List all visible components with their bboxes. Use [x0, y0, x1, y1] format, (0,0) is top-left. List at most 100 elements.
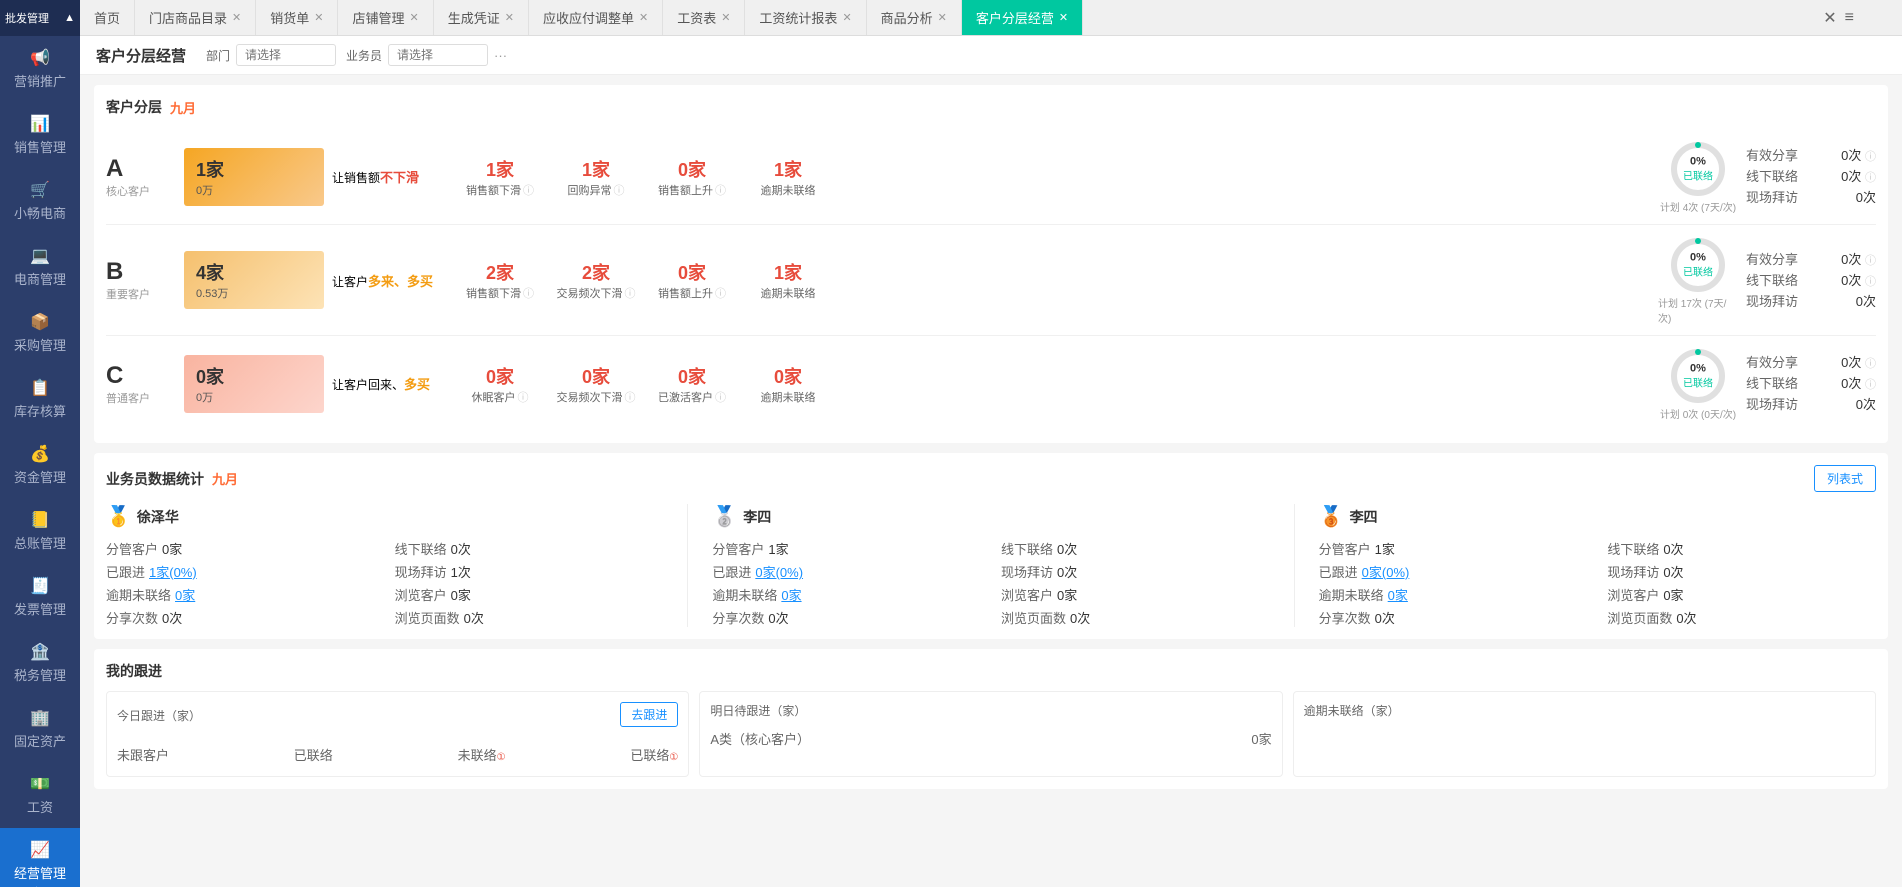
biz-section: 业务员数据统计 九月 列表式 🥇 徐泽华 分管客户 0家: [94, 453, 1888, 639]
staff-3-stats: 分管客户 1家 线下联络 0次 已跟进 0家(0%) 现场拜访: [1319, 539, 1876, 627]
goto-follow-btn[interactable]: 去跟进: [620, 702, 678, 727]
tab-product-analysis[interactable]: 商品分析 ✕: [867, 0, 962, 35]
staff-3-managed: 分管客户 1家: [1319, 539, 1588, 558]
page-title: 客户分层经营: [96, 45, 186, 66]
staff-2-browse-customer: 浏览客户 0家: [1001, 585, 1270, 604]
tier-c-label: C 普通客户: [106, 362, 176, 406]
tab-gen-voucher[interactable]: 生成凭证 ✕: [434, 0, 529, 35]
stat-c-overdue[interactable]: 0家 逾期未联络: [748, 363, 828, 405]
tier-row-c: C 普通客户 0家 0万 让客户回来、多买 0家 休眠客户 ⓘ: [106, 336, 1876, 431]
sales-icon: 📊: [30, 114, 50, 134]
follow-today-title: 今日跟进（家）: [117, 707, 201, 724]
stat-c-activated[interactable]: 0家 已激活客户 ⓘ: [652, 363, 732, 405]
sidebar-item-label: 小畅电商: [14, 203, 66, 222]
sidebar-item-label: 营销推广: [14, 71, 66, 90]
close-all-tabs[interactable]: ✕: [1823, 8, 1836, 28]
follow-tomorrow-title: 明日待跟进（家）: [710, 704, 806, 718]
staff-2-medal: 🥈: [712, 504, 737, 529]
staff-divider-2: [1294, 504, 1295, 627]
tab-sales-order[interactable]: 销货单 ✕: [256, 0, 338, 35]
staff-2-browse-pages: 浏览页面数 0次: [1001, 608, 1270, 627]
more-options-icon[interactable]: ···: [494, 48, 507, 63]
close-tab-store-products[interactable]: ✕: [232, 11, 241, 24]
stat-c-dormant[interactable]: 0家 休眠客户 ⓘ: [460, 363, 540, 405]
follow-overdue: 逾期未联络（家）: [1293, 691, 1876, 777]
staff-1-overdue[interactable]: 逾期未联络 0家: [106, 585, 375, 604]
tab-customer-tier[interactable]: 客户分层经营 ✕: [962, 0, 1083, 35]
stat-a-sales-drop[interactable]: 1家 销售额下滑 ⓘ: [460, 156, 540, 198]
tab-payroll-report[interactable]: 工资统计报表 ✕: [745, 0, 866, 35]
stat-a-overdue[interactable]: 1家 逾期未联络: [748, 156, 828, 198]
sidebar-item-label: 经营管理: [14, 863, 66, 882]
sidebar-item-label: 库存核算: [14, 401, 66, 420]
sidebar-item-finance[interactable]: 💰 资金管理: [0, 432, 80, 498]
sidebar-item-ecom-small[interactable]: 🛒 小畅电商: [0, 168, 80, 234]
dept-filter: 部门: [206, 44, 336, 66]
follow-section: 我的跟进 今日跟进（家） 去跟进 未跟客户 已联络 未联络① 已联络① 明日待跟: [94, 649, 1888, 789]
stat-c-freq-drop[interactable]: 0家 交易频次下滑 ⓘ: [556, 363, 636, 405]
tier-a-label: A 核心客户: [106, 155, 176, 199]
sidebar-item-management[interactable]: 📈 经营管理 ▶: [0, 828, 80, 887]
tab-home[interactable]: 首页: [80, 0, 135, 35]
sidebar-item-label: 资金管理: [14, 467, 66, 486]
staff-3-overdue[interactable]: 逾期未联络 0家: [1319, 585, 1588, 604]
staff-1-followed[interactable]: 已跟进 1家(0%): [106, 562, 375, 581]
close-tab-store-mgmt[interactable]: ✕: [410, 11, 419, 24]
stat-b-freq-drop[interactable]: 2家 交易频次下滑 ⓘ: [556, 259, 636, 301]
main-area: 首页 门店商品目录 ✕ 销货单 ✕ 店铺管理 ✕ 生成凭证 ✕ 应收应付调整单 …: [80, 0, 1902, 887]
sidebar-item-fixed-asset[interactable]: 🏢 固定资产: [0, 696, 80, 762]
stat-b-sales-rise[interactable]: 0家 销售额上升 ⓘ: [652, 259, 732, 301]
staff-3-browse-customer: 浏览客户 0家: [1607, 585, 1876, 604]
staff-3-followed[interactable]: 已跟进 0家(0%): [1319, 562, 1588, 581]
close-tab-customer-tier[interactable]: ✕: [1059, 11, 1068, 24]
staff-1-visit: 现场拜访 1次: [395, 562, 664, 581]
sidebar-item-invoice[interactable]: 🧾 发票管理: [0, 564, 80, 630]
sidebar-logo-text: 批发管理: [5, 10, 49, 26]
close-tab-ar-ap[interactable]: ✕: [639, 11, 648, 24]
tier-row-a: A 核心客户 1家 0万 让销售额不下滑 1家 销售额下滑 ⓘ: [106, 129, 1876, 225]
sidebar-item-ecom[interactable]: 💻 电商管理: [0, 234, 80, 300]
stat-b-sales-drop[interactable]: 2家 销售额下滑 ⓘ: [460, 259, 540, 301]
sidebar-item-purchase[interactable]: 📦 采购管理: [0, 300, 80, 366]
tab-store-products[interactable]: 门店商品目录 ✕: [135, 0, 256, 35]
sidebar: 批发管理 ▲ 📢 营销推广 📊 销售管理 🛒 小畅电商 💻 电商管理 📦 采购管…: [0, 0, 80, 887]
stat-b-overdue[interactable]: 1家 逾期未联络: [748, 259, 828, 301]
dept-select[interactable]: [236, 44, 336, 66]
ecom-icon: 💻: [30, 246, 50, 266]
staff-2-name: 李四: [743, 507, 771, 527]
dept-label: 部门: [206, 47, 230, 64]
sidebar-item-payroll[interactable]: 💵 工资: [0, 762, 80, 828]
sidebar-item-marketing[interactable]: 📢 营销推广: [0, 36, 80, 102]
close-tab-gen-voucher[interactable]: ✕: [505, 11, 514, 24]
follow-tomorrow: 明日待跟进（家） A类（核心客户） 0家: [699, 691, 1282, 777]
staff-1-share: 分享次数 0次: [106, 608, 375, 627]
stat-a-repurchase[interactable]: 1家 回购异常 ⓘ: [556, 156, 636, 198]
close-tab-sales-order[interactable]: ✕: [314, 11, 323, 24]
management-icon: 📈: [30, 840, 50, 860]
salesperson-select[interactable]: [388, 44, 488, 66]
tier-c-count-box: 0家 0万: [184, 355, 324, 413]
tab-ar-ap[interactable]: 应收应付调整单 ✕: [529, 0, 663, 35]
tier-a-right-stats: 有效分享 0次 ⓘ 线下联络 0次 ⓘ 现场拜访 0次: [1746, 145, 1876, 208]
sidebar-item-ledger[interactable]: 📒 总账管理: [0, 498, 80, 564]
list-view-btn[interactable]: 列表式: [1814, 465, 1876, 492]
tab-payroll[interactable]: 工资表 ✕: [663, 0, 745, 35]
inventory-icon: 📋: [30, 378, 50, 398]
tier-a-count-box: 1家 0万: [184, 148, 324, 206]
tabs-menu[interactable]: ≡: [1845, 9, 1854, 27]
staff-divider-1: [687, 504, 688, 627]
sidebar-item-label: 采购管理: [14, 335, 66, 354]
stat-a-sales-rise[interactable]: 0家 销售额上升 ⓘ: [652, 156, 732, 198]
close-tab-payroll[interactable]: ✕: [721, 11, 730, 24]
sidebar-item-tax[interactable]: 🏦 税务管理: [0, 630, 80, 696]
tab-store-mgmt[interactable]: 店铺管理 ✕: [338, 0, 433, 35]
sidebar-item-sales[interactable]: 📊 销售管理: [0, 102, 80, 168]
staff-1-browse-pages: 浏览页面数 0次: [395, 608, 664, 627]
staff-2-share: 分享次数 0次: [712, 608, 981, 627]
staff-2-stats: 分管客户 1家 线下联络 0次 已跟进 0家(0%) 现场拜访: [712, 539, 1269, 627]
sidebar-item-inventory[interactable]: 📋 库存核算: [0, 366, 80, 432]
staff-2-overdue[interactable]: 逾期未联络 0家: [712, 585, 981, 604]
close-tab-product-analysis[interactable]: ✕: [938, 11, 947, 24]
close-tab-payroll-report[interactable]: ✕: [842, 11, 851, 24]
staff-2-followed[interactable]: 已跟进 0家(0%): [712, 562, 981, 581]
